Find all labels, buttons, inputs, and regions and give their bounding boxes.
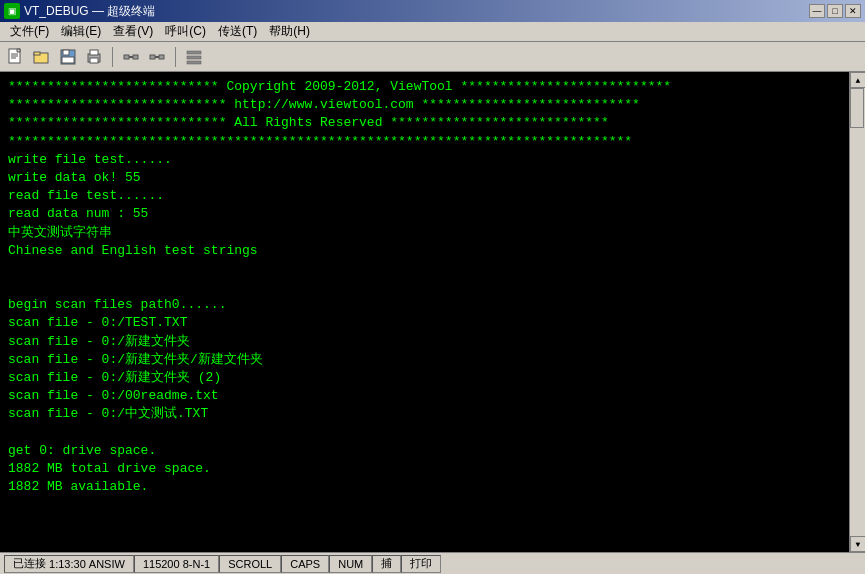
settings-icon: [185, 48, 203, 66]
svg-rect-13: [133, 55, 138, 59]
connect-icon: [122, 48, 140, 66]
svg-rect-12: [124, 55, 129, 59]
menu-file[interactable]: 文件(F): [4, 21, 55, 42]
app-icon: ▣: [4, 3, 20, 19]
menu-help[interactable]: 帮助(H): [263, 21, 316, 42]
scrollbar[interactable]: ▲ ▼: [849, 72, 865, 552]
print-status: 打印: [401, 555, 441, 573]
svg-rect-19: [187, 51, 201, 54]
print-icon: [85, 48, 103, 66]
main-area: *************************** Copyright 20…: [0, 72, 865, 552]
open-icon: [33, 48, 51, 66]
menu-view[interactable]: 查看(V): [107, 21, 159, 42]
menu-edit[interactable]: 编辑(E): [55, 21, 107, 42]
scroll-track[interactable]: [850, 88, 865, 536]
disconnect-button[interactable]: [145, 45, 169, 69]
svg-rect-8: [62, 57, 74, 63]
svg-rect-20: [187, 56, 201, 59]
menu-transfer[interactable]: 传送(T): [212, 21, 263, 42]
connection-status: 已连接 1:13:30 ANSIW: [4, 555, 134, 573]
open-button[interactable]: [30, 45, 54, 69]
toolbar-separator-1: [112, 47, 113, 67]
print-button[interactable]: [82, 45, 106, 69]
svg-rect-10: [90, 50, 98, 55]
menu-call[interactable]: 呼叫(C): [159, 21, 212, 42]
connect-button[interactable]: [119, 45, 143, 69]
save-button[interactable]: [56, 45, 80, 69]
scroll-status: SCROLL: [219, 555, 281, 573]
title-bar: ▣ VT_DEBUG — 超级终端 — □ ✕: [0, 0, 865, 22]
svg-rect-15: [150, 55, 155, 59]
terminal-output[interactable]: *************************** Copyright 20…: [0, 72, 849, 552]
maximize-button[interactable]: □: [827, 4, 843, 18]
disconnect-icon: [148, 48, 166, 66]
svg-rect-21: [187, 61, 201, 64]
save-icon: [59, 48, 77, 66]
scroll-up-button[interactable]: ▲: [850, 72, 865, 88]
settings-button[interactable]: [182, 45, 206, 69]
scroll-down-button[interactable]: ▼: [850, 536, 865, 552]
svg-rect-11: [90, 58, 98, 63]
capture-status: 捕: [372, 555, 401, 573]
terminal-text: *************************** Copyright 20…: [8, 78, 841, 496]
window-title: VT_DEBUG — 超级终端: [24, 3, 155, 20]
toolbar-separator-2: [175, 47, 176, 67]
svg-rect-7: [63, 50, 69, 55]
new-button[interactable]: [4, 45, 28, 69]
minimize-button[interactable]: —: [809, 4, 825, 18]
scroll-thumb[interactable]: [850, 88, 864, 128]
num-status: NUM: [329, 555, 372, 573]
new-icon: [7, 48, 25, 66]
svg-rect-16: [159, 55, 164, 59]
svg-rect-5: [34, 52, 40, 55]
status-bar: 已连接 1:13:30 ANSIW 115200 8-N-1 SCROLL CA…: [0, 552, 865, 574]
close-button[interactable]: ✕: [845, 4, 861, 18]
toolbar: [0, 42, 865, 72]
baud-status: 115200 8-N-1: [134, 555, 219, 573]
caps-status: CAPS: [281, 555, 329, 573]
menu-bar: 文件(F) 编辑(E) 查看(V) 呼叫(C) 传送(T) 帮助(H): [0, 22, 865, 42]
